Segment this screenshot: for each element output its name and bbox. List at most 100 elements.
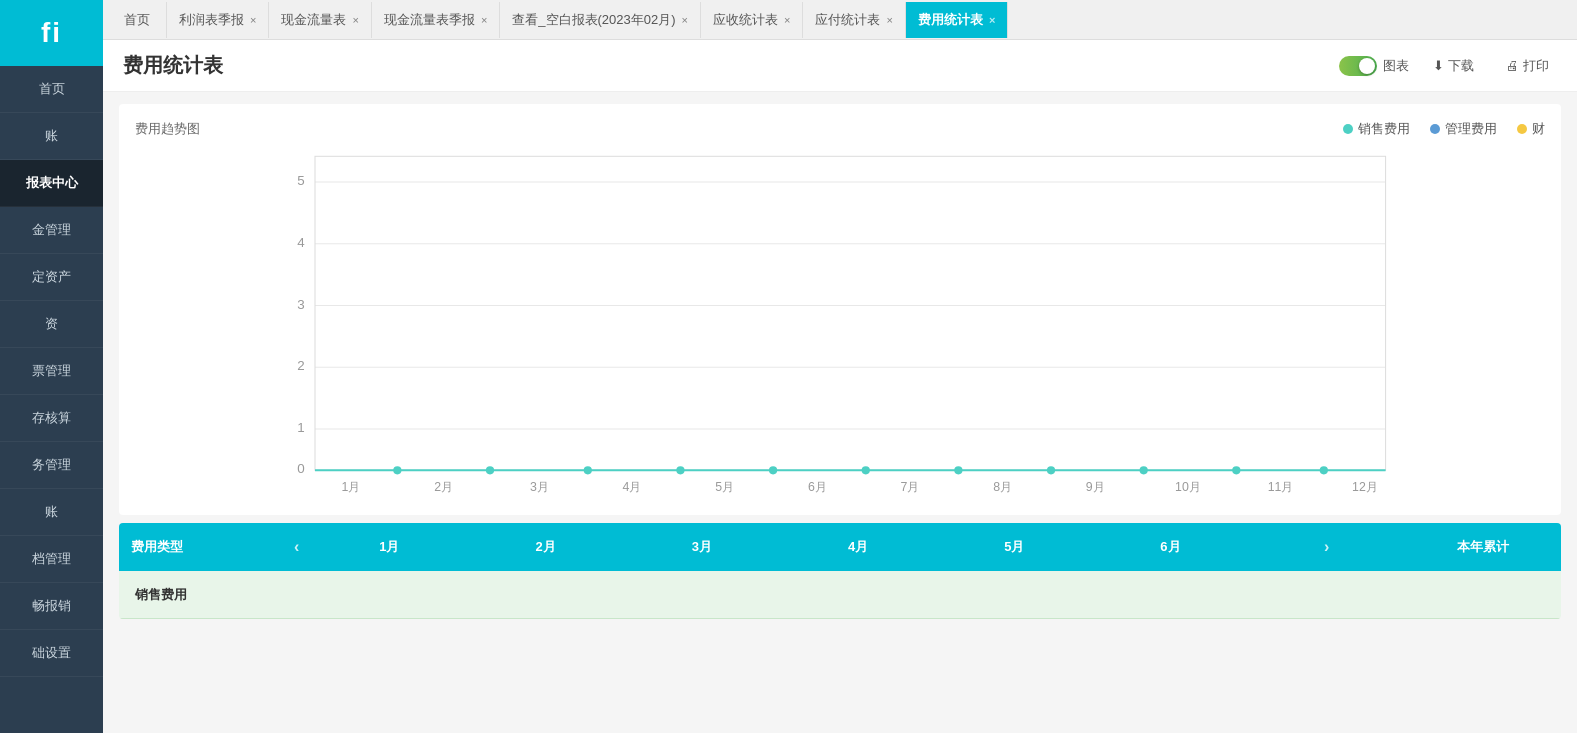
tab-close-profit[interactable]: × xyxy=(250,14,256,26)
svg-text:6月: 6月 xyxy=(808,480,827,494)
tab-blank-report[interactable]: 查看_空白报表(2023年02月) × xyxy=(500,2,701,38)
download-icon: ⬇ xyxy=(1433,58,1444,73)
svg-point-23 xyxy=(1320,466,1328,474)
svg-text:1: 1 xyxy=(297,420,304,435)
chart-header: 费用趋势图 销售费用 管理费用 财 xyxy=(135,120,1545,138)
svg-point-22 xyxy=(1232,466,1240,474)
main-area: 首页 利润表季报 × 现金流量表 × 现金流量表季报 × 查看_空白报表(202… xyxy=(103,0,1577,733)
tab-cashflow-quarterly[interactable]: 现金流量表季报 × xyxy=(372,2,500,38)
legend-admin: 管理费用 xyxy=(1430,120,1497,138)
th-nav-next[interactable]: › xyxy=(1249,538,1405,556)
svg-point-19 xyxy=(954,466,962,474)
svg-text:3月: 3月 xyxy=(530,480,549,494)
sidebar-item-archives[interactable]: 档管理 xyxy=(0,536,103,583)
chart-toggle-container: 图表 xyxy=(1339,56,1409,76)
svg-text:2: 2 xyxy=(297,358,304,373)
tab-close-expense[interactable]: × xyxy=(989,14,995,26)
th-month-2: 2月 xyxy=(467,538,623,556)
legend-dot-sales xyxy=(1343,124,1353,134)
svg-text:8月: 8月 xyxy=(993,480,1012,494)
svg-point-14 xyxy=(486,466,494,474)
tab-receivable[interactable]: 应收统计表 × xyxy=(701,2,803,38)
tab-close-payable[interactable]: × xyxy=(886,14,892,26)
svg-text:0: 0 xyxy=(297,461,304,476)
svg-text:5: 5 xyxy=(297,173,304,188)
svg-text:7月: 7月 xyxy=(901,480,920,494)
svg-point-13 xyxy=(393,466,401,474)
svg-text:10月: 10月 xyxy=(1175,480,1201,494)
tab-expense-stats[interactable]: 费用统计表 × xyxy=(906,2,1008,38)
sidebar: fi 首页 账 报表中心 金管理 定资产 资 票管理 存核算 务管理 账 档管理… xyxy=(0,0,103,733)
svg-point-15 xyxy=(584,466,592,474)
chart-legend: 销售费用 管理费用 财 xyxy=(1343,120,1545,138)
svg-text:4: 4 xyxy=(297,235,305,250)
tab-profit-quarterly[interactable]: 利润表季报 × xyxy=(167,2,269,38)
content-area: 费用统计表 图表 ⬇ 下载 🖨 打印 xyxy=(103,40,1577,733)
sidebar-item-reports[interactable]: 报表中心 xyxy=(0,160,103,207)
th-month-5: 5月 xyxy=(936,538,1092,556)
download-button[interactable]: ⬇ 下载 xyxy=(1425,53,1482,79)
svg-text:9月: 9月 xyxy=(1086,480,1105,494)
sidebar-item-home[interactable]: 首页 xyxy=(0,66,103,113)
sidebar-item-service[interactable]: 务管理 xyxy=(0,442,103,489)
sidebar-item-capital[interactable]: 资 xyxy=(0,301,103,348)
svg-point-17 xyxy=(769,466,777,474)
svg-text:2月: 2月 xyxy=(434,480,453,494)
svg-rect-12 xyxy=(315,156,1386,470)
legend-label-finance: 财 xyxy=(1532,120,1545,138)
chart-svg: 5 4 3 2 1 0 xyxy=(135,146,1545,496)
toggle-label: 图表 xyxy=(1383,57,1409,75)
chart-section: 费用趋势图 销售费用 管理费用 财 xyxy=(119,104,1561,515)
svg-text:11月: 11月 xyxy=(1268,480,1294,494)
tab-close-cashflow[interactable]: × xyxy=(352,14,358,26)
tab-cashflow[interactable]: 现金流量表 × xyxy=(269,2,371,38)
tab-close-receivable[interactable]: × xyxy=(784,14,790,26)
th-month-6: 6月 xyxy=(1092,538,1248,556)
tab-bar: 首页 利润表季报 × 现金流量表 × 现金流量表季报 × 查看_空白报表(202… xyxy=(103,0,1577,40)
chart-toggle[interactable] xyxy=(1339,56,1377,76)
tab-payable[interactable]: 应付统计表 × xyxy=(803,2,905,38)
sidebar-item-account[interactable]: 账 xyxy=(0,113,103,160)
tab-close-blank[interactable]: × xyxy=(682,14,688,26)
sidebar-item-tickets[interactable]: 票管理 xyxy=(0,348,103,395)
page-header: 费用统计表 图表 ⬇ 下载 🖨 打印 xyxy=(103,40,1577,92)
sidebar-item-expense[interactable]: 畅报销 xyxy=(0,583,103,630)
chart-title: 费用趋势图 xyxy=(135,120,200,138)
svg-point-21 xyxy=(1140,466,1148,474)
svg-point-20 xyxy=(1047,466,1055,474)
sidebar-logo: fi xyxy=(0,0,103,66)
sidebar-item-ledger[interactable]: 账 xyxy=(0,489,103,536)
th-month-4: 4月 xyxy=(780,538,936,556)
legend-dot-finance xyxy=(1517,124,1527,134)
header-actions: 图表 ⬇ 下载 🖨 打印 xyxy=(1339,53,1557,79)
legend-label-sales: 销售费用 xyxy=(1358,120,1410,138)
legend-label-admin: 管理费用 xyxy=(1445,120,1497,138)
table-header: 费用类型 ‹ 1月 2月 3月 4月 5月 6月 › 本年累计 xyxy=(119,523,1561,571)
td-type-sales: 销售费用 xyxy=(119,586,311,604)
toggle-knob xyxy=(1359,58,1375,74)
svg-text:1月: 1月 xyxy=(342,480,361,494)
th-type: 费用类型 ‹ xyxy=(119,538,311,556)
svg-point-16 xyxy=(676,466,684,474)
tab-home[interactable]: 首页 xyxy=(108,2,167,38)
print-button[interactable]: 🖨 打印 xyxy=(1498,53,1557,79)
th-total: 本年累计 xyxy=(1405,538,1561,556)
th-month-1: 1月 xyxy=(311,538,467,556)
th-month-3: 3月 xyxy=(624,538,780,556)
table-row-sales: 销售费用 xyxy=(119,571,1561,619)
nav-prev[interactable]: ‹ xyxy=(294,538,299,556)
svg-text:12月: 12月 xyxy=(1352,480,1378,494)
page-title: 费用统计表 xyxy=(123,52,223,79)
sidebar-item-finance[interactable]: 金管理 xyxy=(0,207,103,254)
print-icon: 🖨 xyxy=(1506,58,1519,73)
svg-point-18 xyxy=(862,466,870,474)
legend-sales: 销售费用 xyxy=(1343,120,1410,138)
legend-finance: 财 xyxy=(1517,120,1545,138)
expense-table: 费用类型 ‹ 1月 2月 3月 4月 5月 6月 › 本年累计 销售费用 xyxy=(119,523,1561,619)
nav-next-icon[interactable]: › xyxy=(1324,538,1329,556)
sidebar-item-inventory[interactable]: 存核算 xyxy=(0,395,103,442)
tab-close-cashflow-quarterly[interactable]: × xyxy=(481,14,487,26)
sidebar-item-assets[interactable]: 定资产 xyxy=(0,254,103,301)
legend-dot-admin xyxy=(1430,124,1440,134)
sidebar-item-settings[interactable]: 础设置 xyxy=(0,630,103,677)
